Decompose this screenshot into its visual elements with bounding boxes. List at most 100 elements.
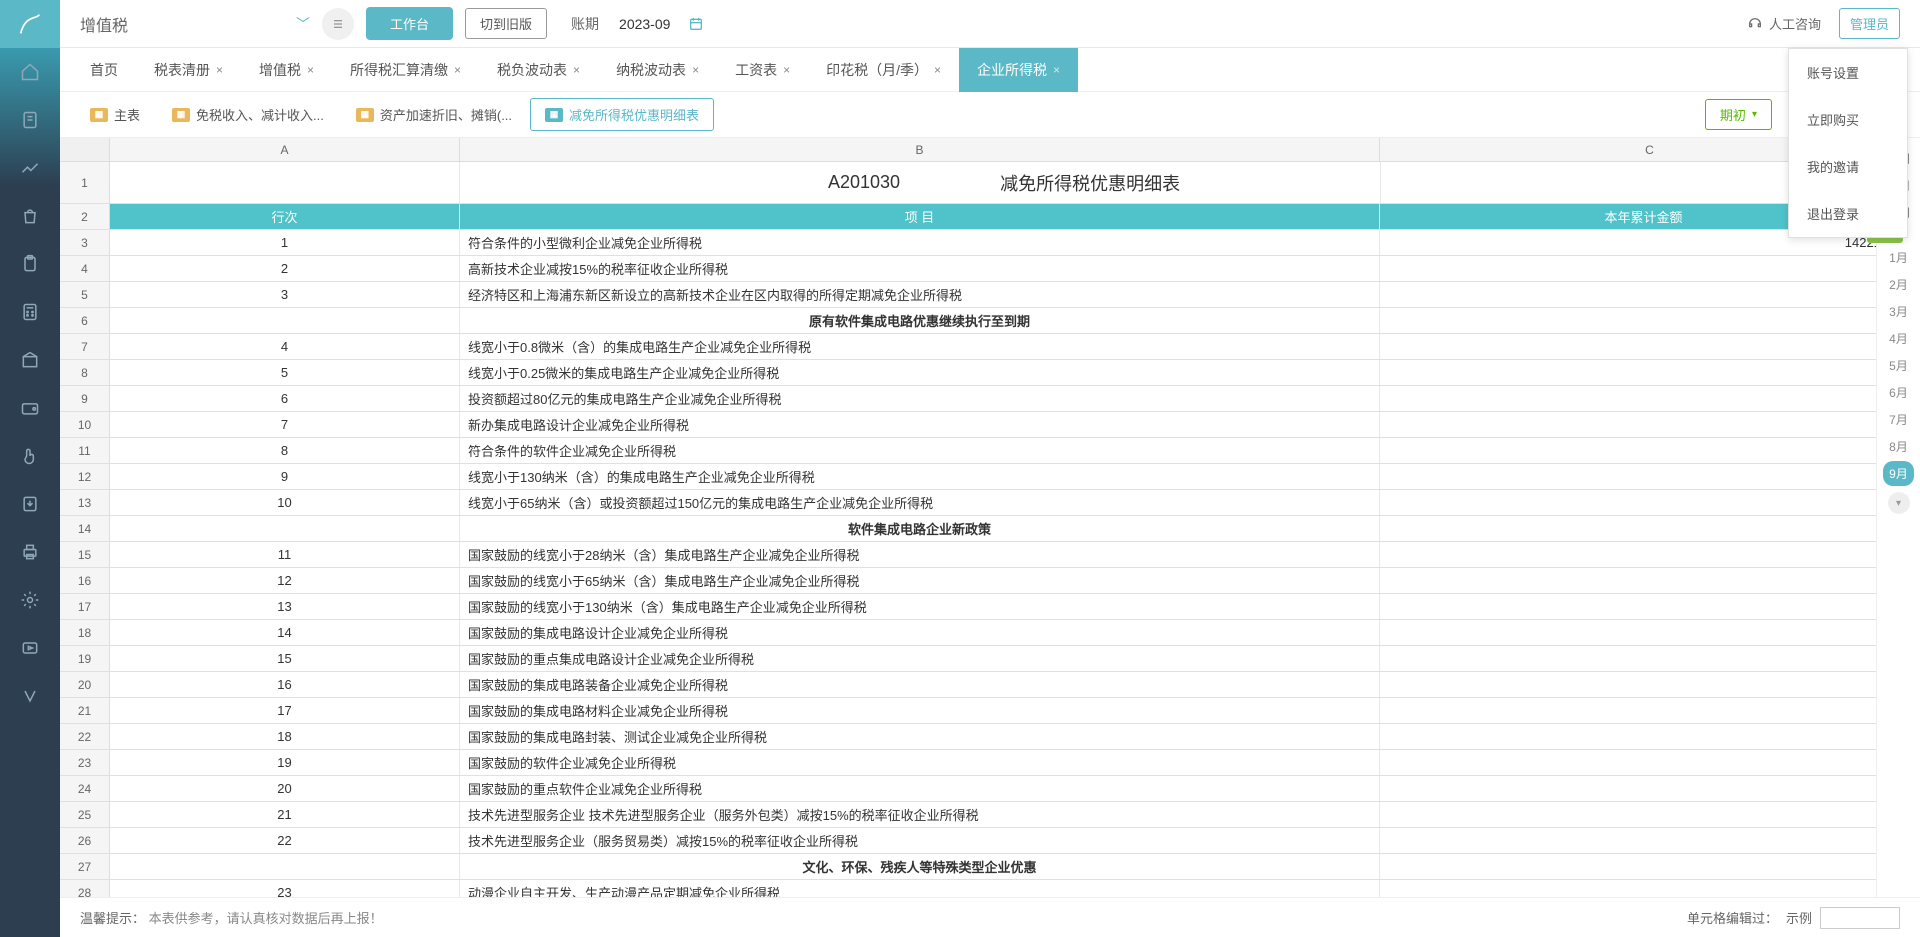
cell-item[interactable]: 符合条件的软件企业减免企业所得税 [460, 438, 1380, 463]
tab-item[interactable]: 所得税汇算清缴× [332, 48, 479, 92]
row-number[interactable]: 16 [60, 568, 110, 593]
cell-amount[interactable] [1380, 802, 1920, 827]
cell-amount[interactable] [1380, 646, 1920, 671]
row-number[interactable]: 1 [60, 162, 110, 203]
cell-item[interactable]: 线宽小于0.25微米的集成电路生产企业减免企业所得税 [460, 360, 1380, 385]
cell-amount[interactable] [1380, 542, 1920, 567]
chart-icon[interactable] [0, 144, 60, 192]
month-item[interactable]: 1月 [1883, 245, 1914, 270]
admin-button[interactable]: 管理员 [1839, 8, 1900, 39]
tab-item[interactable]: 增值税× [241, 48, 332, 92]
cell-row-index[interactable]: 6 [110, 386, 460, 411]
row-number[interactable]: 10 [60, 412, 110, 437]
row-number[interactable]: 21 [60, 698, 110, 723]
cell-amount[interactable] [1380, 516, 1920, 541]
bag-icon[interactable] [0, 192, 60, 240]
cell-item[interactable]: 国家鼓励的集成电路装备企业减免企业所得税 [460, 672, 1380, 697]
cell-row-index[interactable]: 21 [110, 802, 460, 827]
cell-item[interactable]: 线宽小于130纳米（含）的集成电路生产企业减免企业所得税 [460, 464, 1380, 489]
settings-icon[interactable] [0, 576, 60, 624]
close-icon[interactable]: × [573, 63, 580, 77]
row-number[interactable]: 18 [60, 620, 110, 645]
cell-row-index[interactable]: 20 [110, 776, 460, 801]
month-item[interactable]: 2月 [1883, 272, 1914, 297]
tab-item[interactable]: 纳税波动表× [598, 48, 717, 92]
close-icon[interactable]: × [216, 63, 223, 77]
cell-amount[interactable] [1380, 568, 1920, 593]
row-number[interactable]: 4 [60, 256, 110, 281]
close-icon[interactable]: × [307, 63, 314, 77]
cell-row-index[interactable]: 17 [110, 698, 460, 723]
cell-item[interactable]: 国家鼓励的重点集成电路设计企业减免企业所得税 [460, 646, 1380, 671]
cell-amount[interactable] [1380, 490, 1920, 515]
cell-row-index[interactable]: 9 [110, 464, 460, 489]
row-number[interactable]: 26 [60, 828, 110, 853]
row-number[interactable]: 3 [60, 230, 110, 255]
switch-old-button[interactable]: 切到旧版 [465, 8, 547, 39]
row-number[interactable]: 17 [60, 594, 110, 619]
row-number[interactable]: 12 [60, 464, 110, 489]
cell-item[interactable]: 国家鼓励的集成电路封装、测试企业减免企业所得税 [460, 724, 1380, 749]
row-number[interactable]: 7 [60, 334, 110, 359]
consult-link[interactable]: 人工咨询 [1747, 14, 1821, 33]
cell-item[interactable]: 动漫企业自主开发、生产动漫产品定期减免企业所得税 [460, 880, 1380, 897]
tab-item[interactable]: 首页 [72, 48, 136, 92]
cell-amount[interactable] [1380, 282, 1920, 307]
collapse-button[interactable] [322, 8, 354, 40]
row-number[interactable]: 20 [60, 672, 110, 697]
month-item[interactable]: 4月 [1883, 326, 1914, 351]
cell-row-index[interactable]: 3 [110, 282, 460, 307]
month-item[interactable]: 9月 [1883, 461, 1914, 486]
cell-item[interactable]: 投资额超过80亿元的集成电路生产企业减免企业所得税 [460, 386, 1380, 411]
row-number[interactable]: 27 [60, 854, 110, 879]
cell-amount[interactable] [1380, 386, 1920, 411]
cell-amount[interactable] [1380, 308, 1920, 333]
row-number[interactable]: 9 [60, 386, 110, 411]
period-initial-button[interactable]: 期初 ▾ [1705, 99, 1772, 130]
cell-row-index[interactable]: 22 [110, 828, 460, 853]
row-number[interactable]: 14 [60, 516, 110, 541]
close-icon[interactable]: × [783, 63, 790, 77]
month-item[interactable]: 3月 [1883, 299, 1914, 324]
cell-amount[interactable] [1380, 724, 1920, 749]
home-icon[interactable] [0, 48, 60, 96]
menu-item[interactable]: 退出登录 [1789, 190, 1907, 237]
cell-amount[interactable] [1380, 360, 1920, 385]
cell-item[interactable]: 线宽小于0.8微米（含）的集成电路生产企业减免企业所得税 [460, 334, 1380, 359]
cell-amount[interactable] [1380, 334, 1920, 359]
menu-item[interactable]: 账号设置 [1789, 49, 1907, 96]
subtab-item[interactable]: ▦减免所得税优惠明细表 [530, 98, 714, 131]
cell-row-index[interactable]: 5 [110, 360, 460, 385]
row-number[interactable]: 28 [60, 880, 110, 897]
cell-row-index[interactable]: 15 [110, 646, 460, 671]
cell-amount[interactable] [1380, 438, 1920, 463]
cell-row-index[interactable]: 23 [110, 880, 460, 897]
cell-row-index[interactable]: 4 [110, 334, 460, 359]
printer-icon[interactable] [0, 528, 60, 576]
row-number[interactable]: 24 [60, 776, 110, 801]
cell-row-index[interactable]: 7 [110, 412, 460, 437]
cell-row-index[interactable]: 10 [110, 490, 460, 515]
cell-item[interactable]: 国家鼓励的线宽小于28纳米（含）集成电路生产企业减免企业所得税 [460, 542, 1380, 567]
month-item[interactable]: 7月 [1883, 407, 1914, 432]
clipboard-icon[interactable] [0, 240, 60, 288]
scroll-down-icon[interactable]: ▾ [1888, 492, 1910, 514]
video-icon[interactable] [0, 624, 60, 672]
cell-row-index[interactable]: 18 [110, 724, 460, 749]
row-number[interactable]: 8 [60, 360, 110, 385]
subtab-item[interactable]: ▦资产加速折旧、摊销(... [342, 98, 526, 131]
cell-item[interactable]: 国家鼓励的线宽小于65纳米（含）集成电路生产企业减免企业所得税 [460, 568, 1380, 593]
row-number[interactable]: 13 [60, 490, 110, 515]
tab-item[interactable]: 税负波动表× [479, 48, 598, 92]
cell-row-index[interactable]: 12 [110, 568, 460, 593]
close-icon[interactable]: × [1053, 63, 1060, 77]
cell-row-index[interactable]: 2 [110, 256, 460, 281]
month-item[interactable]: 6月 [1883, 380, 1914, 405]
row-number[interactable]: 2 [60, 204, 110, 229]
cell-amount[interactable] [1380, 464, 1920, 489]
select-all-corner[interactable] [60, 138, 110, 161]
tab-item[interactable]: 税表清册× [136, 48, 241, 92]
cell-amount[interactable] [1380, 412, 1920, 437]
subtab-item[interactable]: ▦免税收入、减计收入... [158, 98, 338, 131]
cell-item[interactable]: 符合条件的小型微利企业减免企业所得税 [460, 230, 1380, 255]
